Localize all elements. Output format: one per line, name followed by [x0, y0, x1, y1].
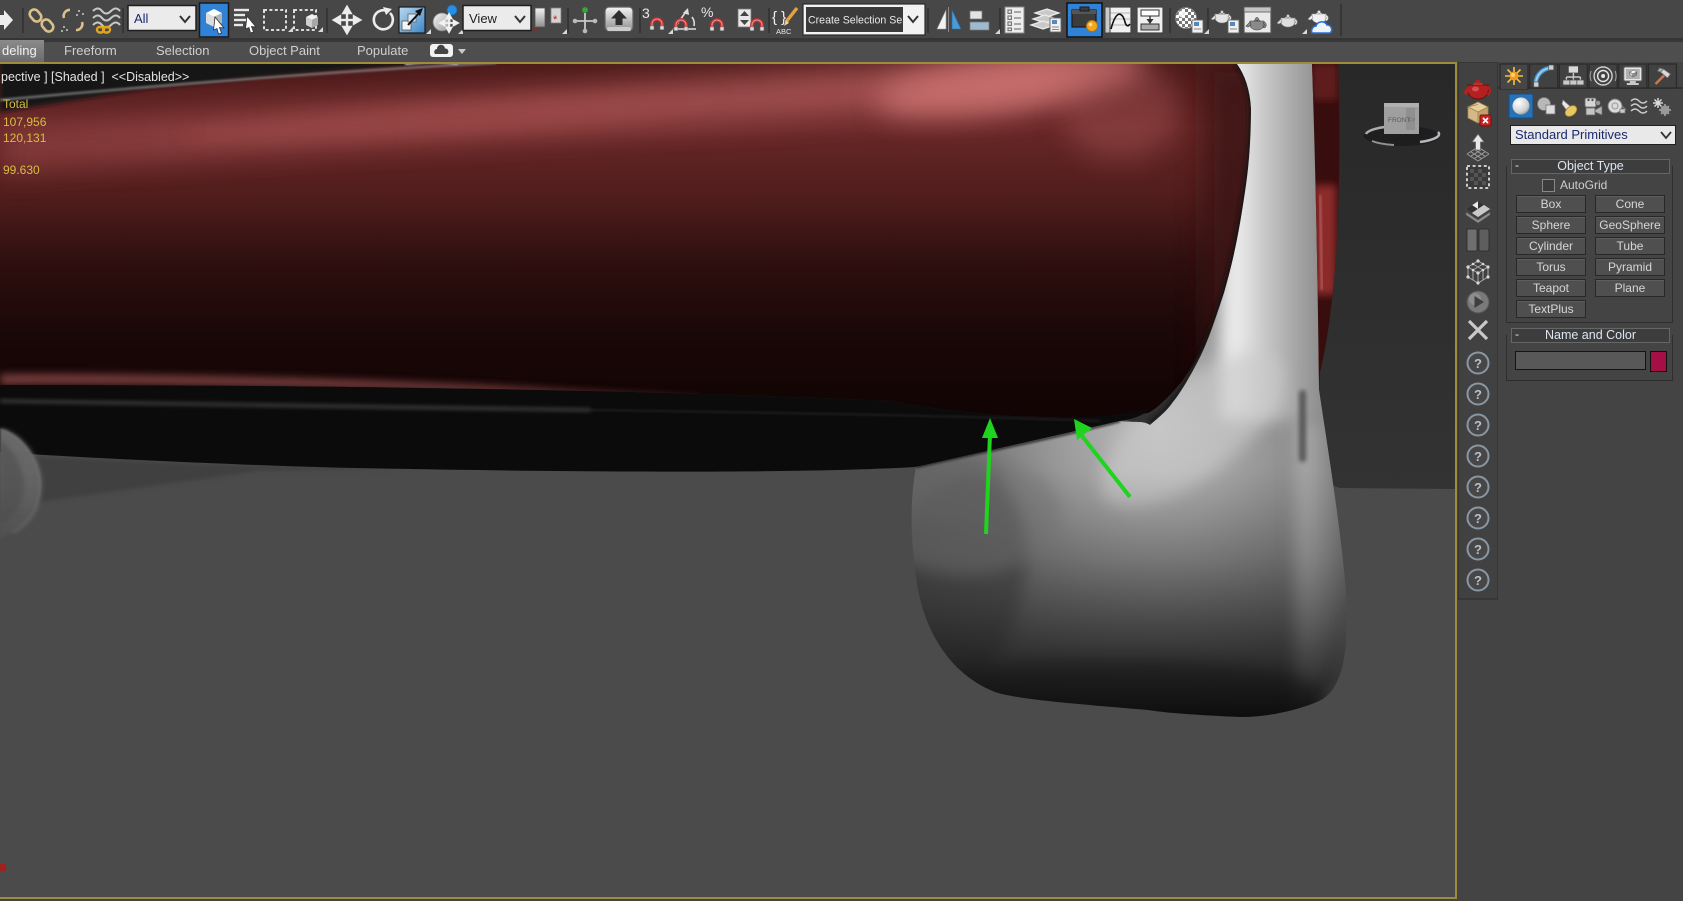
svg-text:FRONT: FRONT — [1388, 117, 1410, 124]
svg-text:120,131: 120,131 — [3, 131, 47, 145]
svg-text:FY: FY — [1409, 118, 1416, 124]
svg-text:Total: Total — [3, 97, 28, 111]
svg-text:99.630: 99.630 — [3, 163, 40, 177]
svg-text:pective ] [Shaded ] <<Disable: pective ] [Shaded ] <<Disabled>> — [1, 70, 189, 84]
svg-text:107,956: 107,956 — [3, 115, 47, 129]
svg-text:?: ? — [1474, 356, 1482, 371]
